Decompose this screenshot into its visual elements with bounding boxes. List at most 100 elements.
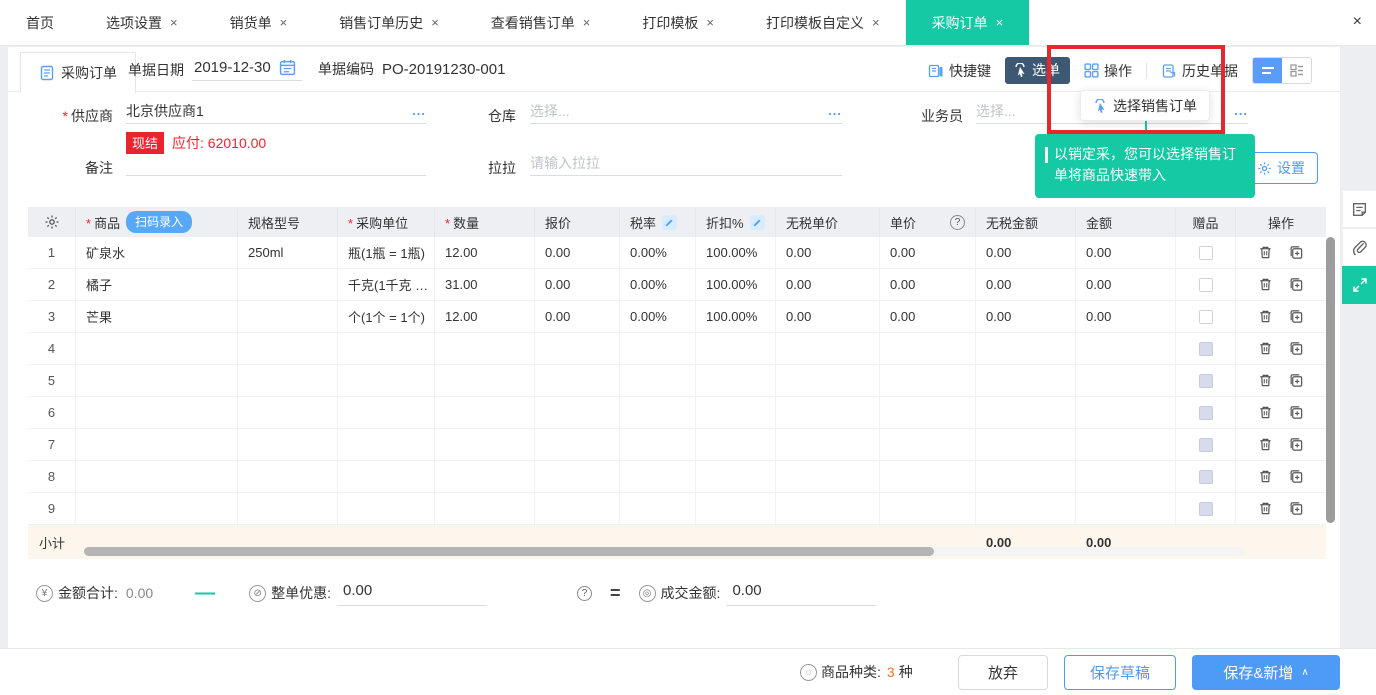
lala-input[interactable]: 请输入拉拉 (530, 150, 842, 176)
cell-unit[interactable] (338, 493, 435, 524)
cell-tax[interactable]: 0.00% (620, 269, 696, 300)
cell-amount[interactable] (1076, 333, 1176, 364)
cell-discount[interactable] (696, 461, 776, 492)
copy-row-icon[interactable] (1289, 309, 1304, 324)
price-help-icon[interactable]: ? (950, 214, 965, 230)
cell-product[interactable] (76, 493, 238, 524)
calendar-icon[interactable] (279, 59, 296, 76)
cell-notax-price[interactable] (776, 365, 880, 396)
table-row[interactable]: 7 (28, 429, 1326, 461)
table-row[interactable]: 3 芒果 个(1个 = 1个) 12.00 0.00 0.00% 100.00%… (28, 301, 1326, 333)
copy-row-icon[interactable] (1289, 373, 1304, 388)
expand-tool-button[interactable] (1342, 266, 1376, 304)
cell-amount[interactable]: 0.00 (1076, 237, 1176, 268)
cell-tax[interactable] (620, 333, 696, 364)
cell-unit[interactable] (338, 429, 435, 460)
cell-spec[interactable] (238, 333, 338, 364)
top-tab[interactable]: 销货单 × (204, 0, 314, 45)
copy-row-icon[interactable] (1289, 469, 1304, 484)
cell-spec[interactable] (238, 397, 338, 428)
horizontal-scrollbar-thumb[interactable] (84, 547, 934, 556)
cell-notax-price[interactable] (776, 493, 880, 524)
deal-amount-input[interactable]: 0.00 (726, 580, 877, 606)
delete-row-icon[interactable] (1258, 341, 1273, 356)
top-tab[interactable]: 打印模板自定义 × (740, 0, 906, 45)
cell-notax-amount[interactable] (976, 333, 1076, 364)
cell-quote[interactable] (535, 365, 620, 396)
delete-row-icon[interactable] (1258, 501, 1273, 516)
cell-price[interactable]: 0.00 (880, 237, 976, 268)
settings-button[interactable]: 设置 (1244, 152, 1318, 184)
cell-amount[interactable]: 0.00 (1076, 269, 1176, 300)
cell-quote[interactable] (535, 333, 620, 364)
cell-tax[interactable]: 0.00% (620, 301, 696, 332)
order-discount-input[interactable]: 0.00 (337, 580, 488, 606)
cell-tax[interactable]: 0.00% (620, 237, 696, 268)
cell-price[interactable]: 0.00 (880, 269, 976, 300)
cell-amount[interactable] (1076, 365, 1176, 396)
supplier-picker-dots[interactable]: ... (412, 103, 426, 118)
cell-notax-price[interactable]: 0.00 (776, 301, 880, 332)
cell-quote[interactable] (535, 493, 620, 524)
cell-qty[interactable] (435, 461, 535, 492)
top-tab[interactable]: 选项设置 × (80, 0, 204, 45)
copy-row-icon[interactable] (1289, 437, 1304, 452)
summary-help-icon[interactable]: ? (577, 585, 593, 601)
history-docs-button[interactable]: 历史单据 (1161, 61, 1238, 81)
cell-discount[interactable] (696, 493, 776, 524)
cell-qty[interactable] (435, 429, 535, 460)
cell-qty[interactable] (435, 493, 535, 524)
gift-checkbox[interactable] (1198, 309, 1213, 324)
table-row[interactable]: 8 (28, 461, 1326, 493)
cell-unit[interactable] (338, 365, 435, 396)
cell-notax-amount[interactable]: 0.00 (976, 269, 1076, 300)
cell-unit[interactable]: 瓶(1瓶 = 1瓶) (338, 237, 435, 268)
cell-price[interactable] (880, 493, 976, 524)
cell-price[interactable] (880, 461, 976, 492)
delete-row-icon[interactable] (1258, 309, 1273, 324)
tab-close-icon[interactable]: × (996, 15, 1004, 30)
horizontal-scrollbar[interactable] (84, 547, 1244, 556)
notes-tool-button[interactable] (1342, 190, 1376, 228)
salesman-picker-dots[interactable]: ... (1234, 103, 1248, 118)
cell-discount[interactable]: 100.00% (696, 237, 776, 268)
cell-notax-price[interactable] (776, 333, 880, 364)
copy-row-icon[interactable] (1289, 341, 1304, 356)
cell-spec[interactable] (238, 365, 338, 396)
cell-price[interactable] (880, 397, 976, 428)
supplier-input[interactable]: 北京供应商1 ... (126, 98, 426, 124)
table-row[interactable]: 1 矿泉水 250ml 瓶(1瓶 = 1瓶) 12.00 0.00 0.00% … (28, 237, 1326, 269)
cell-amount[interactable]: 0.00 (1076, 301, 1176, 332)
delete-row-icon[interactable] (1258, 469, 1273, 484)
gift-checkbox[interactable] (1198, 373, 1213, 388)
pick-order-button[interactable]: 选单 (1005, 57, 1070, 84)
top-tab[interactable]: 打印模板 × (616, 0, 740, 45)
cell-discount[interactable] (696, 397, 776, 428)
cell-notax-price[interactable] (776, 397, 880, 428)
warehouse-input[interactable]: 选择... ... (530, 98, 842, 124)
cell-notax-amount[interactable] (976, 429, 1076, 460)
cell-notax-amount[interactable] (976, 461, 1076, 492)
cell-notax-price[interactable]: 0.00 (776, 237, 880, 268)
doc-type-tab[interactable]: 采购订单 (20, 52, 136, 93)
cell-spec[interactable]: 250ml (238, 237, 338, 268)
cell-discount[interactable]: 100.00% (696, 269, 776, 300)
top-tab[interactable]: 查看销售订单 × (465, 0, 617, 45)
cell-notax-price[interactable] (776, 429, 880, 460)
discount-edit-icon[interactable] (749, 214, 765, 230)
cell-quote[interactable] (535, 429, 620, 460)
gift-checkbox[interactable] (1198, 405, 1213, 420)
vertical-scrollbar[interactable] (1326, 237, 1335, 525)
cell-unit[interactable]: 千克(1千克 … (338, 269, 435, 300)
actions-button[interactable]: 操作 (1084, 61, 1132, 81)
delete-row-icon[interactable] (1258, 405, 1273, 420)
cell-quote[interactable]: 0.00 (535, 301, 620, 332)
cell-discount[interactable] (696, 365, 776, 396)
cell-discount[interactable] (696, 333, 776, 364)
table-row[interactable]: 6 (28, 397, 1326, 429)
gift-checkbox[interactable] (1198, 469, 1213, 484)
cell-unit[interactable]: 个(1个 = 1个) (338, 301, 435, 332)
vertical-scrollbar-thumb[interactable] (1326, 237, 1335, 523)
tab-close-icon[interactable]: × (872, 15, 880, 30)
cell-notax-amount[interactable]: 0.00 (976, 301, 1076, 332)
